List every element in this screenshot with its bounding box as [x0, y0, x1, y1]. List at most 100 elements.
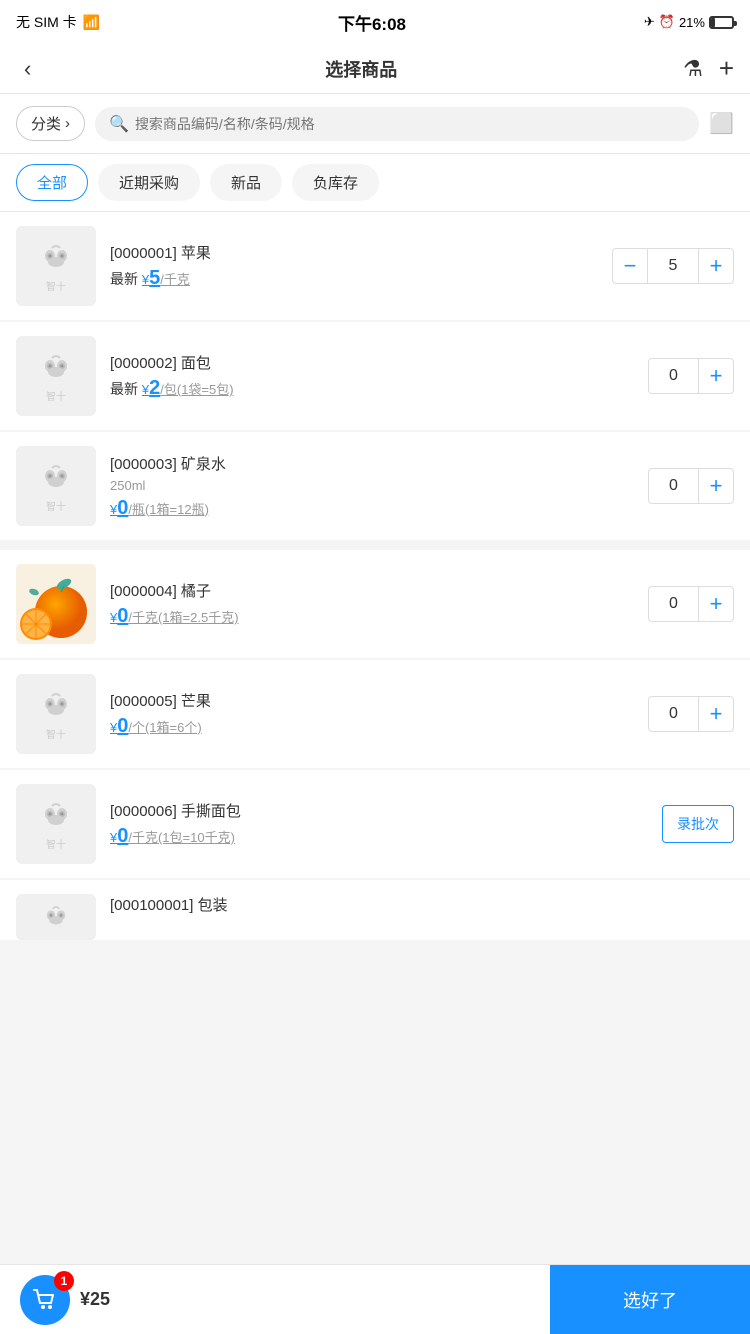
category-chevron-icon: › [65, 115, 70, 132]
category-label: 分类 [31, 113, 61, 134]
qty-minus-button[interactable]: − [612, 248, 648, 284]
product-info-0000005: [0000005] 芒果 ¥0/个(1箱=6个) [110, 690, 634, 738]
scan-icon[interactable]: ⬜ [709, 111, 734, 136]
status-time: 下午6:08 [338, 10, 406, 35]
tab-negative[interactable]: 负库存 [292, 164, 379, 201]
product-info-0000003: [0000003] 矿泉水 250ml ¥0/瓶(1箱=12瓶) [110, 453, 634, 520]
price-value: 0 [117, 715, 128, 737]
filter-bar: 分类 › 🔍 ⬜ [0, 94, 750, 154]
nav-bar: ‹ 选择商品 ⚗ + [0, 44, 750, 94]
product-item-0000006: 智十 [0000006] 手撕面包 ¥0/千克(1包=10千克) 录批次 [0, 770, 750, 878]
filter-icon[interactable]: ⚗ [683, 56, 703, 82]
price-unit: /包(1袋=5包) [160, 382, 233, 397]
nav-actions: ⚗ + [683, 53, 734, 84]
cart-section: 1 ¥25 [0, 1275, 550, 1325]
price-unit: /千克(1箱=2.5千克) [128, 610, 238, 625]
search-bar[interactable]: 🔍 [95, 107, 699, 141]
wifi-icon: 📶 [83, 14, 100, 31]
product-thumb-0000005: 智十 [16, 674, 96, 754]
price-value: 0 [117, 605, 128, 627]
owl-logo-icon [38, 460, 74, 496]
alarm-icon: ⏰ [659, 14, 675, 30]
cart-icon-button[interactable]: 1 [20, 1275, 70, 1325]
product-thumb-0000002: 智十 [16, 336, 96, 416]
tab-bar: 全部 近期采购 新品 负库存 [0, 154, 750, 212]
add-icon[interactable]: + [719, 53, 734, 84]
product-name: [0000001] 苹果 [110, 242, 598, 263]
price-prefix: 最新 [110, 381, 142, 397]
tab-new[interactable]: 新品 [210, 164, 282, 201]
product-name: [0000002] 面包 [110, 352, 634, 373]
search-icon: 🔍 [109, 114, 129, 134]
tab-recent[interactable]: 近期采购 [98, 164, 200, 201]
price-prefix: 最新 [110, 271, 142, 287]
product-info-000100001: [000100001] 包装 [110, 894, 734, 919]
product-list: 智十 [0000001] 苹果 最新 ¥5/千克 − + [0, 212, 750, 1022]
owl-logo-icon [38, 798, 74, 834]
qty-control-0000004: 0 + [648, 586, 734, 622]
product-spec: 250ml [110, 478, 634, 493]
product-item-0000003: 智十 [0000003] 矿泉水 250ml ¥0/瓶(1箱=12瓶) 0 + [0, 432, 750, 540]
product-name: [0000005] 芒果 [110, 690, 634, 711]
tab-all[interactable]: 全部 [16, 164, 88, 201]
product-name: [0000006] 手撕面包 [110, 800, 648, 821]
category-button[interactable]: 分类 › [16, 106, 85, 141]
bottom-bar: 1 ¥25 选好了 [0, 1264, 750, 1334]
product-name: [0000004] 橘子 [110, 580, 634, 601]
batch-button[interactable]: 录批次 [662, 805, 734, 843]
product-item-0000005: 智十 [0000005] 芒果 ¥0/个(1箱=6个) 0 + [0, 660, 750, 768]
qty-plus-button[interactable]: + [698, 696, 734, 732]
product-info-0000002: [0000002] 面包 最新 ¥2/包(1袋=5包) [110, 352, 634, 400]
product-item-0000004: [0000004] 橘子 ¥0/千克(1箱=2.5千克) 0 + [0, 550, 750, 658]
qty-plus-button[interactable]: + [698, 468, 734, 504]
owl-logo-icon [38, 350, 74, 386]
status-right: ✈ ⏰ 21% [644, 14, 734, 30]
product-thumb-0000006: 智十 [16, 784, 96, 864]
qty-plus-button[interactable]: + [698, 586, 734, 622]
page-title: 选择商品 [325, 56, 397, 82]
product-item-000100001: [000100001] 包装 [0, 880, 750, 940]
brand-label: 智十 [46, 726, 66, 741]
product-price: 最新 ¥5/千克 [110, 267, 598, 290]
price-unit: /瓶(1箱=12瓶) [128, 502, 209, 517]
price-value: 2 [149, 377, 160, 399]
price-unit: /千克(1包=10千克) [128, 830, 235, 845]
battery-icon [709, 16, 734, 29]
qty-display: 0 [648, 586, 698, 622]
owl-logo-icon [41, 902, 71, 932]
product-info-0000006: [0000006] 手撕面包 ¥0/千克(1包=10千克) [110, 800, 648, 848]
qty-plus-button[interactable]: + [698, 248, 734, 284]
price-unit: /个(1箱=6个) [128, 720, 201, 735]
price-value: 0 [117, 825, 128, 847]
product-price: ¥0/个(1箱=6个) [110, 715, 634, 738]
qty-plus-button[interactable]: + [698, 358, 734, 394]
location-icon: ✈ [644, 14, 655, 30]
back-button[interactable]: ‹ [16, 48, 39, 90]
status-bar: 无 SIM 卡 📶 下午6:08 ✈ ⏰ 21% [0, 0, 750, 44]
price-value: 0 [117, 497, 128, 519]
product-thumb-0000001: 智十 [16, 226, 96, 306]
price-unit: /千克 [160, 272, 190, 287]
product-name: [0000003] 矿泉水 [110, 453, 634, 474]
qty-control-0000003: 0 + [648, 468, 734, 504]
qty-display: 0 [648, 696, 698, 732]
product-price: ¥0/瓶(1箱=12瓶) [110, 497, 634, 520]
cart-total: ¥25 [80, 1289, 110, 1310]
product-thumb-0000003: 智十 [16, 446, 96, 526]
qty-input[interactable] [648, 248, 698, 284]
brand-label: 智十 [46, 278, 66, 293]
product-item-0000002: 智十 [0000002] 面包 最新 ¥2/包(1袋=5包) 0 + [0, 322, 750, 430]
search-input[interactable] [135, 116, 685, 132]
brand-label: 智十 [46, 388, 66, 403]
carrier-text: 无 SIM 卡 [16, 12, 77, 32]
product-item-0000001: 智十 [0000001] 苹果 最新 ¥5/千克 − + [0, 212, 750, 320]
cart-icon [32, 1287, 58, 1313]
brand-label: 智十 [46, 498, 66, 513]
confirm-button[interactable]: 选好了 [550, 1265, 750, 1334]
status-left: 无 SIM 卡 📶 [16, 12, 100, 32]
product-price: 最新 ¥2/包(1袋=5包) [110, 377, 634, 400]
cart-badge: 1 [54, 1271, 74, 1291]
orange-image [16, 564, 96, 644]
owl-logo-icon [38, 240, 74, 276]
qty-display: 0 [648, 468, 698, 504]
